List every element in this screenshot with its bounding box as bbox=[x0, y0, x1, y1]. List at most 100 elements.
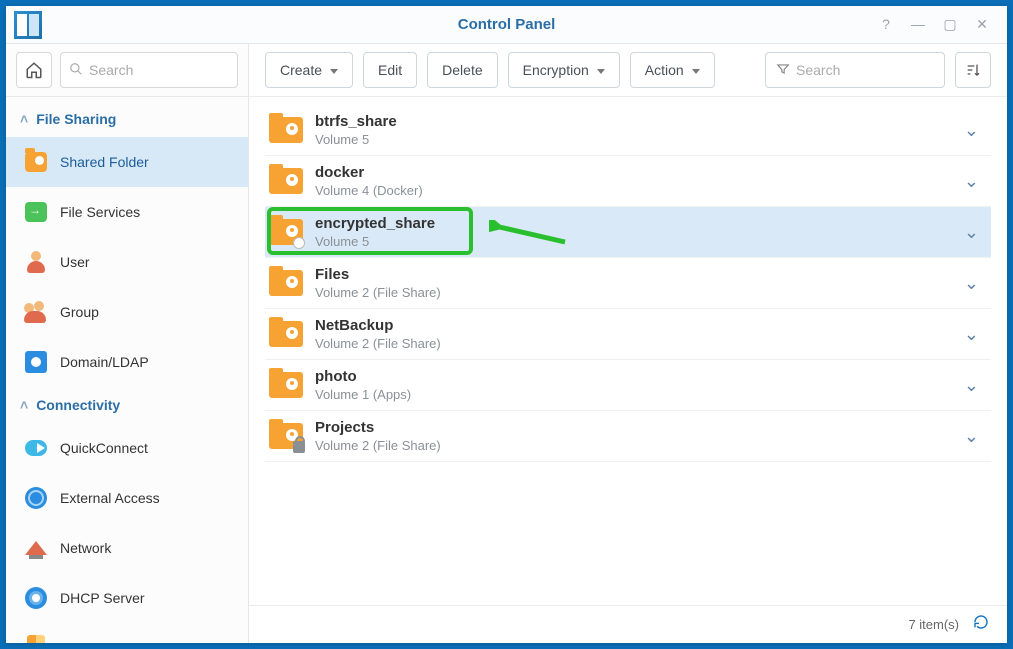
sidebar-item-label: External Access bbox=[60, 490, 160, 506]
help-icon[interactable]: ? bbox=[877, 16, 895, 33]
folder-sub: Volume 2 (File Share) bbox=[315, 285, 956, 300]
folder-text: docker Volume 4 (Docker) bbox=[315, 164, 956, 198]
folder-item-photo[interactable]: photo Volume 1 (Apps) ⌄ bbox=[265, 360, 991, 411]
dhcp-icon bbox=[24, 586, 48, 610]
section-connectivity[interactable]: ˄ Connectivity bbox=[6, 387, 248, 423]
chevron-up-icon: ˄ bbox=[20, 111, 28, 127]
file-services-icon bbox=[24, 200, 48, 224]
encryption-button[interactable]: Encryption bbox=[508, 52, 620, 88]
sidebar-item-file-services[interactable]: File Services bbox=[6, 187, 248, 237]
sidebar-item-shared-folder[interactable]: Shared Folder bbox=[6, 137, 248, 187]
chevron-down-icon[interactable]: ⌄ bbox=[956, 120, 987, 141]
network-icon bbox=[24, 536, 48, 560]
sidebar-item-label: Security bbox=[60, 640, 111, 643]
edit-button[interactable]: Edit bbox=[363, 52, 417, 88]
sidebar-item-group[interactable]: Group bbox=[6, 287, 248, 337]
chevron-up-icon: ˄ bbox=[20, 397, 28, 413]
folder-text: Projects Volume 2 (File Share) bbox=[315, 419, 956, 453]
folder-item-projects[interactable]: Projects Volume 2 (File Share) ⌄ bbox=[265, 411, 991, 462]
folder-item-docker[interactable]: docker Volume 4 (Docker) ⌄ bbox=[265, 156, 991, 207]
close-icon[interactable]: ✕ bbox=[973, 16, 991, 33]
sidebar-item-domain-ldap[interactable]: Domain/LDAP bbox=[6, 337, 248, 387]
sidebar-item-quickconnect[interactable]: QuickConnect bbox=[6, 423, 248, 473]
caret-down-icon bbox=[328, 62, 338, 78]
sidebar-item-security[interactable]: Security bbox=[6, 623, 248, 643]
folder-name: btrfs_share bbox=[315, 113, 956, 130]
folder-name: Projects bbox=[315, 419, 956, 436]
folder-name: encrypted_share bbox=[315, 215, 956, 232]
folder-text: photo Volume 1 (Apps) bbox=[315, 368, 956, 402]
group-icon bbox=[24, 300, 48, 324]
caret-down-icon bbox=[595, 62, 605, 78]
folder-icon bbox=[269, 115, 303, 145]
section-file-sharing[interactable]: ˄ File Sharing bbox=[6, 101, 248, 137]
sidebar-item-user[interactable]: User bbox=[6, 237, 248, 287]
main-search-input[interactable] bbox=[796, 62, 934, 78]
external-access-icon bbox=[24, 486, 48, 510]
chevron-down-icon[interactable]: ⌄ bbox=[956, 171, 987, 192]
folder-name: docker bbox=[315, 164, 956, 181]
create-button[interactable]: Create bbox=[265, 52, 353, 88]
window-controls: ? — ▢ ✕ bbox=[877, 16, 1007, 33]
chevron-down-icon[interactable]: ⌄ bbox=[956, 222, 987, 243]
folder-text: encrypted_share Volume 5 bbox=[315, 215, 956, 249]
sidebar-search-input[interactable] bbox=[89, 62, 229, 78]
chevron-down-icon[interactable]: ⌄ bbox=[956, 273, 987, 294]
action-button[interactable]: Action bbox=[630, 52, 715, 88]
sidebar-item-label: Network bbox=[60, 540, 111, 556]
home-button[interactable] bbox=[16, 52, 52, 88]
shared-folder-icon bbox=[24, 150, 48, 174]
chevron-down-icon[interactable]: ⌄ bbox=[956, 375, 987, 396]
main: Create Edit Delete Encryption Action bbox=[249, 44, 1007, 643]
item-count: 7 item(s) bbox=[908, 617, 959, 632]
quickconnect-icon bbox=[24, 436, 48, 460]
folder-icon bbox=[269, 319, 303, 349]
sidebar-item-external-access[interactable]: External Access bbox=[6, 473, 248, 523]
sidebar-top bbox=[6, 44, 248, 97]
sidebar-item-dhcp-server[interactable]: DHCP Server bbox=[6, 573, 248, 623]
window-title: Control Panel bbox=[6, 16, 1007, 33]
chevron-down-icon[interactable]: ⌄ bbox=[956, 426, 987, 447]
folder-text: btrfs_share Volume 5 bbox=[315, 113, 956, 147]
sort-button[interactable] bbox=[955, 52, 991, 88]
folder-sub: Volume 2 (File Share) bbox=[315, 438, 956, 453]
sidebar-item-label: File Services bbox=[60, 204, 140, 220]
folder-icon bbox=[269, 166, 303, 196]
delete-button[interactable]: Delete bbox=[427, 52, 497, 88]
sidebar-item-label: Shared Folder bbox=[60, 154, 149, 170]
folder-icon bbox=[269, 370, 303, 400]
folder-item-files[interactable]: Files Volume 2 (File Share) ⌄ bbox=[265, 258, 991, 309]
sidebar-search[interactable] bbox=[60, 52, 238, 88]
main-search[interactable] bbox=[765, 52, 945, 88]
sidebar-list[interactable]: ˄ File Sharing Shared Folder File Servic… bbox=[6, 97, 248, 643]
folder-list[interactable]: btrfs_share Volume 5 ⌄ docker Volume 4 (… bbox=[249, 97, 1007, 605]
folder-sub: Volume 4 (Docker) bbox=[315, 183, 956, 198]
sidebar-item-network[interactable]: Network bbox=[6, 523, 248, 573]
folder-name: Files bbox=[315, 266, 956, 283]
app-icon bbox=[14, 11, 42, 39]
statusbar: 7 item(s) bbox=[249, 605, 1007, 643]
folder-sub: Volume 5 bbox=[315, 234, 956, 249]
folder-item-btrfs-share[interactable]: btrfs_share Volume 5 ⌄ bbox=[265, 105, 991, 156]
folder-icon bbox=[269, 217, 303, 247]
chevron-down-icon[interactable]: ⌄ bbox=[956, 324, 987, 345]
section-label: Connectivity bbox=[36, 397, 120, 413]
section-label: File Sharing bbox=[36, 111, 116, 127]
folder-sub: Volume 1 (Apps) bbox=[315, 387, 956, 402]
sidebar-item-label: Group bbox=[60, 304, 99, 320]
folder-icon bbox=[269, 421, 303, 451]
search-icon bbox=[69, 62, 83, 79]
lock-icon bbox=[293, 441, 305, 453]
folder-item-netbackup[interactable]: NetBackup Volume 2 (File Share) ⌄ bbox=[265, 309, 991, 360]
sidebar: ˄ File Sharing Shared Folder File Servic… bbox=[6, 44, 249, 643]
caret-down-icon bbox=[690, 62, 700, 78]
folder-item-encrypted-share[interactable]: encrypted_share Volume 5 ⌄ bbox=[265, 207, 991, 258]
maximize-icon[interactable]: ▢ bbox=[941, 16, 959, 33]
refresh-icon[interactable] bbox=[973, 614, 989, 635]
folder-text: Files Volume 2 (File Share) bbox=[315, 266, 956, 300]
security-icon bbox=[24, 636, 48, 643]
sidebar-item-label: DHCP Server bbox=[60, 590, 145, 606]
minimize-icon[interactable]: — bbox=[909, 16, 927, 33]
folder-name: NetBackup bbox=[315, 317, 956, 334]
filter-icon bbox=[776, 62, 790, 79]
